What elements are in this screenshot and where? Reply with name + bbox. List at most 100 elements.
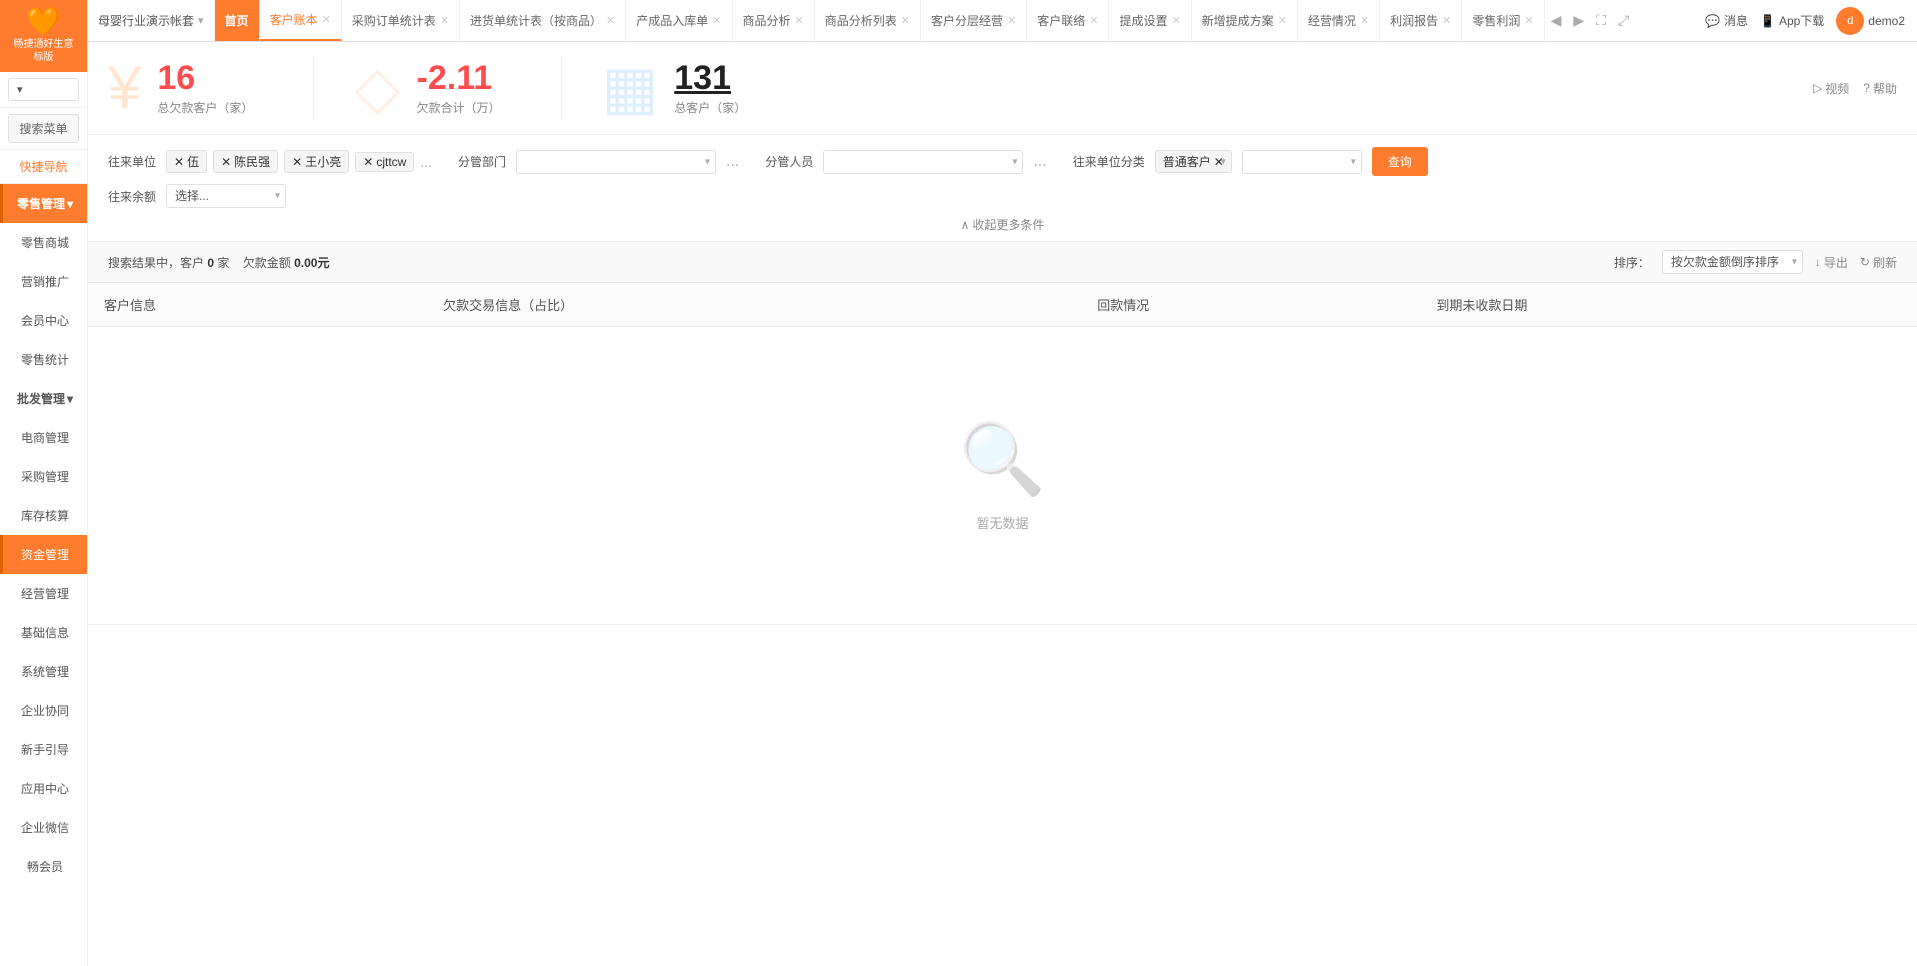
tab-close-business-status[interactable]: ✕	[1360, 14, 1369, 27]
sort-select[interactable]: 按欠款金额倒序排序	[1662, 250, 1803, 274]
tab-expand[interactable]: ⛶	[1590, 12, 1612, 29]
tab-close-customer-segment[interactable]: ✕	[1007, 14, 1016, 27]
help-btn[interactable]: ? 帮助	[1863, 80, 1897, 97]
tab-new-commission[interactable]: 新增提成方案 ✕	[1192, 0, 1298, 41]
tab-close-retail-profit[interactable]: ✕	[1524, 14, 1533, 27]
tab-close-goods-analysis-list[interactable]: ✕	[901, 14, 910, 27]
unit-tag-3[interactable]: ✕ 王小亮	[284, 150, 349, 173]
tab-home[interactable]: 首页	[215, 0, 260, 41]
category-dropdown-wrap[interactable]	[1242, 150, 1362, 174]
balance-filter-label: 往来余额	[108, 188, 156, 205]
sidebar-nav: 零售管理▾ 零售商城 营销推广 会员中心 零售统计 批发管理▾ 电商管理 采购管…	[0, 184, 87, 886]
tab-close-profit-report[interactable]: ✕	[1442, 14, 1451, 27]
person-input[interactable]	[823, 150, 1023, 174]
category-select[interactable]	[1242, 150, 1362, 174]
sidebar-item-system[interactable]: 系统管理	[0, 652, 87, 691]
sidebar-item-wholesale[interactable]: 批发管理▾	[0, 379, 87, 418]
table-area: 客户信息 欠款交易信息（占比） 回款情况 到期未收款日期 🔍	[88, 283, 1917, 966]
tab-close-customer-contact[interactable]: ✕	[1089, 14, 1098, 27]
tab-close-customers[interactable]: ✕	[322, 13, 331, 26]
sidebar-item-enterprise[interactable]: 企业协同	[0, 691, 87, 730]
tab-profit-report[interactable]: 利润报告 ✕	[1380, 0, 1462, 41]
app-download-btn[interactable]: 📱 App下载	[1760, 12, 1824, 29]
sidebar-item-basic-info[interactable]: 基础信息	[0, 613, 87, 652]
tab-close-goods-analysis[interactable]: ✕	[795, 14, 804, 27]
sidebar-item-finance[interactable]: 资金管理	[0, 535, 87, 574]
tab-goods-analysis-list[interactable]: 商品分析列表 ✕	[815, 0, 921, 41]
sidebar-item-member-center[interactable]: 会员中心	[0, 301, 87, 340]
video-icon: ▷	[1813, 81, 1822, 95]
sidebar-logo: 🧡 畅捷通好生意 标版	[0, 0, 87, 72]
sidebar-item-retail-mall[interactable]: 零售商城	[0, 223, 87, 262]
table-empty-row: 🔍 暂无数据	[88, 327, 1917, 625]
tabs-area: 首页 客户账本 ✕ 采购订单统计表 ✕ 进货单统计表（按商品） ✕ 产成品入库单…	[215, 0, 1693, 41]
tab-remind-settings[interactable]: 提成设置 ✕	[1109, 0, 1191, 41]
stat-label-debt: 欠款合计（万）	[417, 99, 501, 116]
customer-count: 0	[207, 256, 214, 270]
filter-bar: 往来单位 ✕ 伍 ✕ 陈民强 ✕	[88, 135, 1917, 242]
dropdown-button[interactable]: ▾	[8, 78, 79, 101]
category-filter-label: 往来单位分类	[1073, 153, 1145, 170]
unit-tag-1[interactable]: ✕ 伍	[166, 150, 207, 173]
sidebar-item-app-center[interactable]: 应用中心	[0, 769, 87, 808]
refresh-btn[interactable]: ↻ 刷新	[1860, 254, 1897, 271]
sidebar-item-purchase[interactable]: 采购管理	[0, 457, 87, 496]
search-menu-button[interactable]: 搜索菜单	[8, 114, 79, 143]
tab-scroll-left[interactable]: ◀	[1545, 12, 1568, 29]
stat-icon-1: ¥	[108, 58, 141, 118]
empty-icon: 🔍	[959, 419, 1046, 501]
stat-value-total[interactable]: 131	[674, 61, 746, 95]
quick-nav-item[interactable]: 快捷导航	[0, 150, 87, 184]
sidebar-item-retail-management[interactable]: 零售管理▾	[0, 184, 87, 223]
category-tag-1[interactable]: 普通客户 ✕	[1155, 150, 1232, 173]
header-actions: 💬 消息 📱 App下载 d demo2	[1693, 7, 1917, 35]
stat-value-customers[interactable]: 16	[157, 61, 253, 95]
stat-icon-2: ◇	[354, 58, 400, 118]
tab-close-purchase-orders[interactable]: ✕	[440, 14, 449, 27]
balance-select[interactable]: 选择...	[166, 184, 286, 208]
person-more-btn[interactable]: ...	[1033, 153, 1046, 171]
sidebar-dropdown[interactable]: ▾	[0, 72, 87, 108]
video-btn[interactable]: ▷ 视频	[1813, 80, 1849, 97]
stat-value-debt[interactable]: -2.11	[417, 61, 501, 95]
tab-retail-profit[interactable]: 零售利润 ✕	[1462, 0, 1544, 41]
tab-close-new-commission[interactable]: ✕	[1278, 14, 1287, 27]
messages-btn[interactable]: 💬 消息	[1705, 12, 1748, 29]
user-menu[interactable]: d demo2	[1836, 7, 1905, 35]
tab-customers[interactable]: 客户账本 ✕	[260, 0, 342, 41]
tab-purchase-orders[interactable]: 采购订单统计表 ✕	[342, 0, 460, 41]
sort-select-wrap[interactable]: 按欠款金额倒序排序	[1662, 250, 1803, 274]
tab-goods-analysis[interactable]: 商品分析 ✕	[733, 0, 815, 41]
sidebar-item-retail-stats[interactable]: 零售统计	[0, 340, 87, 379]
account-selector[interactable]: 母婴行业演示帐套 ▾	[88, 0, 215, 41]
sidebar-item-ecommerce[interactable]: 电商管理	[0, 418, 87, 457]
tab-scroll-right[interactable]: ▶	[1567, 12, 1590, 29]
export-btn[interactable]: ↓ 导出	[1815, 254, 1848, 271]
sidebar-item-enterprise-wechat[interactable]: 企业微信	[0, 808, 87, 847]
collapse-button[interactable]: ∧ 收起更多条件	[961, 216, 1045, 233]
sidebar-item-inventory[interactable]: 库存核算	[0, 496, 87, 535]
sidebar-item-vip[interactable]: 畅会员	[0, 847, 87, 886]
query-button[interactable]: 查询	[1372, 147, 1428, 176]
sidebar-item-new-guide[interactable]: 新手引导	[0, 730, 87, 769]
dept-more-btn[interactable]: ...	[726, 153, 739, 171]
unit-tag-4[interactable]: ✕ cjttcw	[355, 152, 414, 172]
tab-production[interactable]: 产成品入库单 ✕	[626, 0, 732, 41]
sidebar: 🧡 畅捷通好生意 标版 ▾ 搜索菜单 快捷导航 零售管理▾ 零售商城 营销推广 …	[0, 0, 88, 966]
tab-close-remind-settings[interactable]: ✕	[1171, 14, 1180, 27]
unit-tag-2[interactable]: ✕ 陈民强	[213, 150, 278, 173]
stat-label-customers: 总欠款客户（家）	[157, 99, 253, 116]
unit-more-btn[interactable]: ...	[420, 154, 432, 170]
tab-close-production[interactable]: ✕	[712, 14, 721, 27]
tab-customer-segment[interactable]: 客户分层经营 ✕	[921, 0, 1027, 41]
stat-debt-amount: ◇ -2.11 欠款合计（万）	[354, 58, 561, 118]
col-debt-info: 欠款交易信息（占比）	[427, 283, 1081, 327]
tab-business-status[interactable]: 经营情况 ✕	[1298, 0, 1380, 41]
dept-input[interactable]	[516, 150, 716, 174]
tab-close-purchase-stats[interactable]: ✕	[606, 14, 615, 27]
sidebar-item-business[interactable]: 经营管理	[0, 574, 87, 613]
tab-purchase-stats[interactable]: 进货单统计表（按商品） ✕	[460, 0, 626, 41]
tab-customer-contact[interactable]: 客户联络 ✕	[1027, 0, 1109, 41]
sidebar-item-marketing[interactable]: 营销推广	[0, 262, 87, 301]
tab-maximize[interactable]: ⤢	[1612, 12, 1635, 29]
